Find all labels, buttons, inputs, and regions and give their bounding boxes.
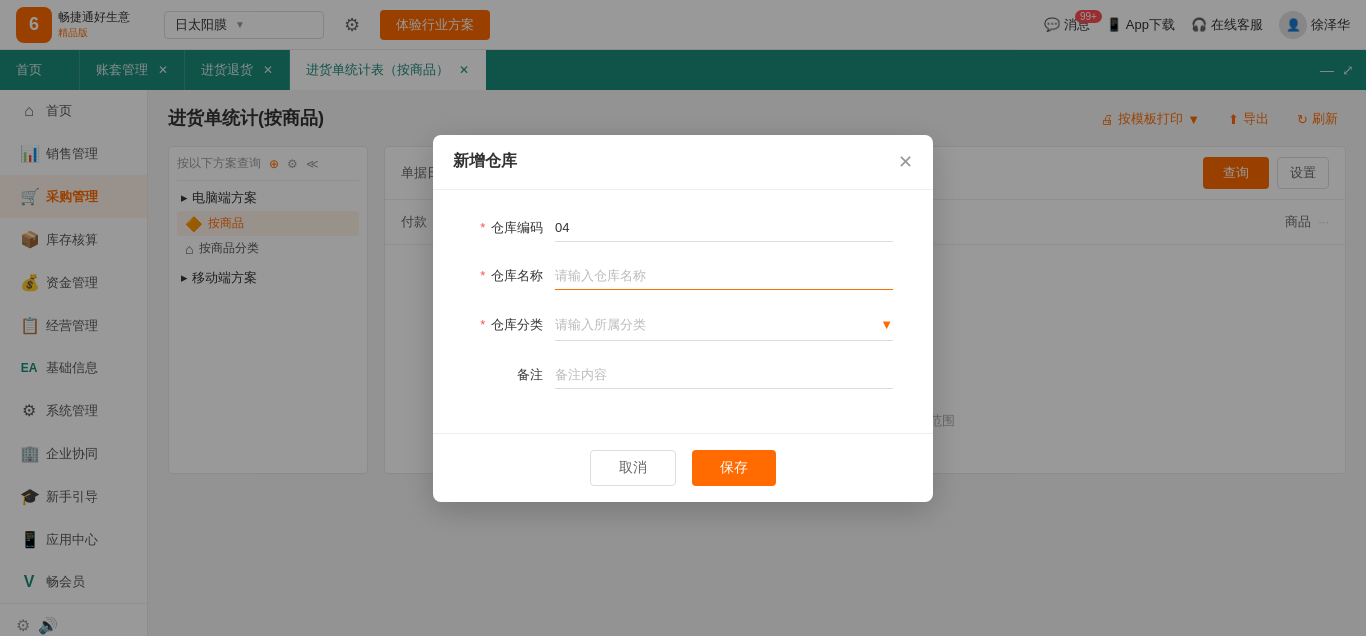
category-label: * 仓库分类 xyxy=(473,316,543,334)
modal-body: * 仓库编码 * 仓库名称 * 仓库分类 请输入所属 xyxy=(433,190,933,433)
add-warehouse-modal: 新增仓库 ✕ * 仓库编码 * 仓库名称 xyxy=(433,135,933,502)
warehouse-name-row: * 仓库名称 xyxy=(473,262,893,290)
code-label: * 仓库编码 xyxy=(473,219,543,237)
warehouse-category-select[interactable]: 请输入所属分类 ▼ xyxy=(555,310,893,341)
modal-header: 新增仓库 ✕ xyxy=(433,135,933,190)
warehouse-code-input[interactable] xyxy=(555,214,893,242)
modal-title: 新增仓库 xyxy=(453,151,517,172)
warehouse-note-input[interactable] xyxy=(555,361,893,389)
warehouse-category-row: * 仓库分类 请输入所属分类 ▼ xyxy=(473,310,893,341)
chevron-down-icon: ▼ xyxy=(880,317,893,332)
name-label: * 仓库名称 xyxy=(473,267,543,285)
warehouse-code-row: * 仓库编码 xyxy=(473,214,893,242)
warehouse-name-input[interactable] xyxy=(555,262,893,290)
save-button[interactable]: 保存 xyxy=(692,450,776,486)
cancel-button[interactable]: 取消 xyxy=(590,450,676,486)
modal-footer: 取消 保存 xyxy=(433,433,933,502)
note-label: 备注 xyxy=(473,366,543,384)
modal-overlay: 新增仓库 ✕ * 仓库编码 * 仓库名称 xyxy=(0,0,1366,636)
warehouse-note-row: 备注 xyxy=(473,361,893,389)
modal-close-button[interactable]: ✕ xyxy=(898,151,913,173)
